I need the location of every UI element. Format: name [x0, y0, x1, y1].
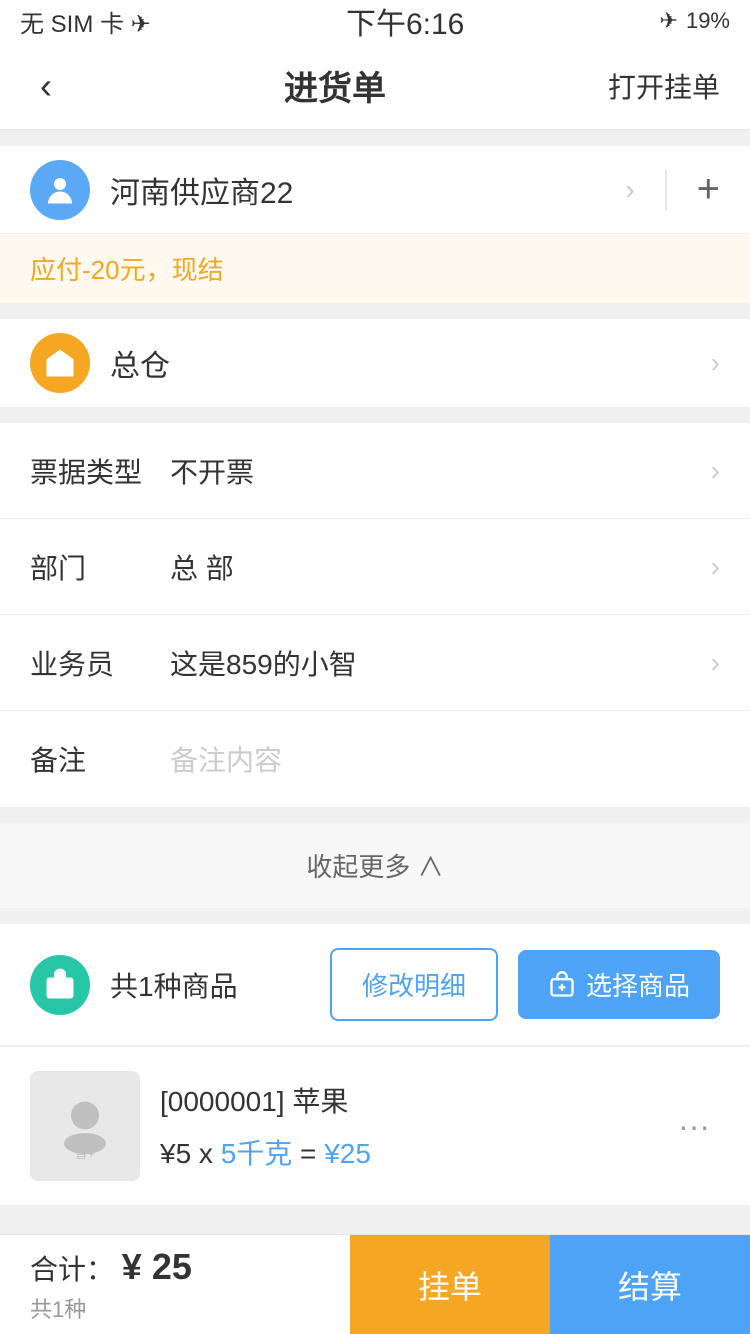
- status-right: ✈ 19%: [660, 8, 730, 34]
- open-pending-button[interactable]: 打开挂单: [608, 66, 720, 106]
- equals: =: [292, 1138, 324, 1169]
- supplier-arrow-icon: ›: [625, 174, 634, 206]
- supplier-card: 河南供应商22 › + 应付-20元，现结: [0, 146, 750, 303]
- select-product-icon: [548, 971, 576, 999]
- supplier-name: 河南供应商22: [110, 168, 625, 212]
- remark-label: 备注: [30, 739, 150, 779]
- sim-status: 无 SIM 卡 ✈: [20, 4, 151, 39]
- location-icon: ✈: [660, 8, 678, 34]
- warehouse-row[interactable]: 总仓 ›: [0, 319, 750, 407]
- total-label: 合计：: [30, 1254, 114, 1285]
- notice-text: 应付-20元，现结: [30, 255, 224, 285]
- product-count: 共1种商品: [110, 965, 310, 1005]
- subtotal: ¥25: [324, 1138, 371, 1169]
- product-thumbnail: 智+: [30, 1071, 140, 1181]
- total-section: 合计： ¥ 25 共1种: [0, 1246, 350, 1324]
- select-product-button[interactable]: 选择商品: [518, 950, 720, 1019]
- sales-value: 这是859的小智: [150, 643, 711, 683]
- invoice-arrow-icon: ›: [711, 455, 720, 487]
- product-name: [0000001] 苹果: [160, 1080, 648, 1120]
- warehouse-icon: [30, 333, 90, 393]
- back-button[interactable]: ‹: [30, 55, 62, 117]
- invoice-value: 不开票: [150, 451, 711, 491]
- select-product-label: 选择商品: [586, 966, 690, 1003]
- status-left: 无 SIM 卡 ✈: [20, 4, 151, 39]
- supplier-divider: [665, 170, 667, 210]
- product-code: [0000001]: [160, 1086, 292, 1117]
- product-info: [0000001] 苹果 ¥5 x 5千克 = ¥25: [160, 1080, 648, 1172]
- hang-order-button[interactable]: 挂单: [350, 1235, 550, 1334]
- add-supplier-button[interactable]: +: [697, 167, 720, 212]
- person-icon: [42, 172, 78, 208]
- product-more-button[interactable]: ···: [668, 1098, 720, 1155]
- collapse-button[interactable]: 收起更多 ∧: [0, 823, 750, 908]
- invoice-row[interactable]: 票据类型 不开票 ›: [0, 423, 750, 519]
- sales-arrow-icon: ›: [711, 647, 720, 679]
- dept-row[interactable]: 部门 总 部 ›: [0, 519, 750, 615]
- warehouse-arrow-icon: ›: [711, 347, 720, 379]
- nav-bar: ‹ 进货单 打开挂单: [0, 42, 750, 130]
- remark-row[interactable]: 备注 备注内容: [0, 711, 750, 807]
- total-amount: ¥ 25: [122, 1246, 192, 1287]
- sales-label: 业务员: [30, 643, 150, 683]
- total-line: 合计： ¥ 25: [30, 1246, 320, 1288]
- supplier-avatar: [30, 160, 90, 220]
- product-item: 智+ [0000001] 苹果 ¥5 x 5千克 = ¥25 ···: [0, 1047, 750, 1205]
- bottom-bar: 合计： ¥ 25 共1种 挂单 结算: [0, 1234, 750, 1334]
- bag-icon: [42, 967, 78, 1003]
- product-price: ¥5 x 5千克 = ¥25: [160, 1132, 648, 1172]
- product-placeholder-icon: 智+: [50, 1091, 120, 1161]
- form-card: 票据类型 不开票 › 部门 总 部 › 业务员 这是859的小智 › 备注 备注…: [0, 423, 750, 807]
- svg-text:智+: 智+: [75, 1147, 95, 1161]
- home-icon: [42, 345, 78, 381]
- dept-arrow-icon: ›: [711, 551, 720, 583]
- warehouse-card: 总仓 ›: [0, 319, 750, 407]
- warehouse-name: 总仓: [110, 341, 711, 385]
- notice-bar: 应付-20元，现结: [0, 234, 750, 303]
- status-bar: 无 SIM 卡 ✈ 下午6:16 ✈ 19%: [0, 0, 750, 42]
- remark-input[interactable]: 备注内容: [150, 739, 720, 779]
- unit-price: ¥5 x: [160, 1138, 221, 1169]
- edit-detail-button[interactable]: 修改明细: [330, 948, 498, 1021]
- page-title: 进货单: [284, 61, 386, 110]
- invoice-label: 票据类型: [30, 451, 150, 491]
- dept-value: 总 部: [150, 547, 711, 587]
- quantity: 5千克: [221, 1138, 293, 1169]
- main-content: 河南供应商22 › + 应付-20元，现结 总仓 › 票据类型 不开票 ›: [0, 146, 750, 1305]
- total-count: 共1种: [30, 1292, 320, 1324]
- checkout-button[interactable]: 结算: [550, 1235, 750, 1334]
- product-title: 苹果: [292, 1086, 348, 1117]
- supplier-row[interactable]: 河南供应商22 › +: [0, 146, 750, 234]
- sales-row[interactable]: 业务员 这是859的小智 ›: [0, 615, 750, 711]
- product-header: 共1种商品 修改明细 选择商品: [0, 924, 750, 1045]
- battery-status: 19%: [686, 8, 730, 34]
- status-time: 下午6:16: [346, 0, 464, 43]
- dept-label: 部门: [30, 547, 150, 587]
- product-icon: [30, 955, 90, 1015]
